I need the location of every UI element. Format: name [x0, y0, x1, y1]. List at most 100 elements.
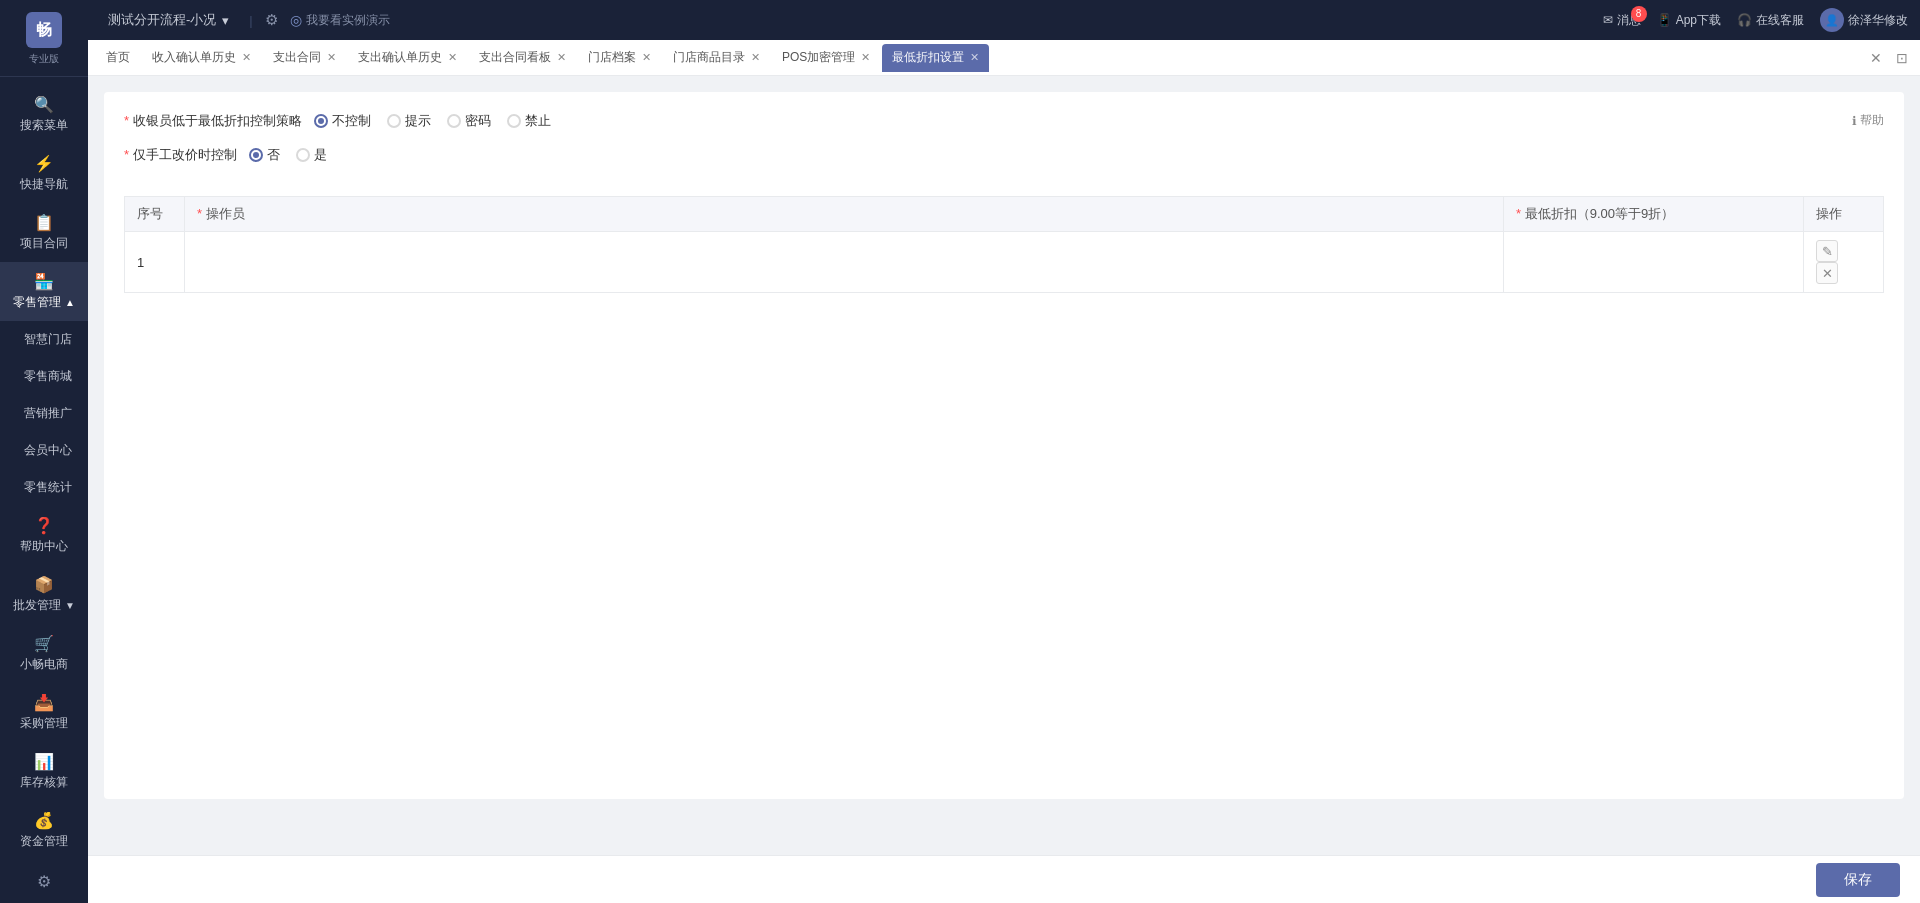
download-icon: 📱: [1657, 13, 1672, 27]
tab-store-product-catalog[interactable]: 门店商品目录 ✕: [663, 44, 770, 72]
control-strategy-row: 收银员低于最低折扣控制策略 不控制 提示 密码: [124, 112, 1884, 130]
user-profile-button[interactable]: 👤 徐泽华修改: [1820, 8, 1908, 32]
tab-payment-contract[interactable]: 支出合同 ✕: [263, 44, 346, 72]
control-strategy-radio-group: 不控制 提示 密码 禁止: [314, 112, 551, 130]
radio-hint[interactable]: 提示: [387, 112, 431, 130]
radio-no-control[interactable]: 不控制: [314, 112, 371, 130]
sidebar-item-member-center[interactable]: 会员中心: [0, 432, 88, 469]
sidebar-item-label: 库存核算: [20, 774, 68, 791]
radio-no[interactable]: 否: [249, 146, 280, 164]
control-strategy-label: 收银员低于最低折扣控制策略: [124, 112, 302, 130]
close-tab-button[interactable]: ✕: [1866, 48, 1886, 68]
tabbar-actions: ✕ ⊡: [1866, 48, 1912, 68]
radio-label: 否: [267, 146, 280, 164]
sidebar-item-label: 资金管理: [20, 833, 68, 850]
tab-label: 门店档案: [588, 49, 636, 66]
project-contract-icon: 📋: [34, 213, 54, 232]
sidebar-item-help-center[interactable]: ❓ 帮助中心: [0, 506, 88, 565]
tab-income-confirm-history[interactable]: 收入确认单历史 ✕: [142, 44, 261, 72]
customer-service-button[interactable]: 🎧 在线客服: [1737, 12, 1804, 29]
cell-operator[interactable]: [185, 232, 1504, 293]
sidebar-item-inventory-check[interactable]: 📊 库存核算: [0, 742, 88, 801]
sidebar-item-ecommerce[interactable]: 🛒 小畅电商: [0, 624, 88, 683]
cell-min-discount[interactable]: [1504, 232, 1804, 293]
customer-service-label: 在线客服: [1756, 12, 1804, 29]
topbar-divider: |: [249, 13, 252, 28]
sidebar-item-wholesale-mgmt[interactable]: 📦 批发管理 ▼: [0, 565, 88, 624]
wholesale-mgmt-icon: 📦: [34, 575, 54, 594]
expand-tab-button[interactable]: ⊡: [1892, 48, 1912, 68]
tab-payment-contract-board[interactable]: 支出合同看板 ✕: [469, 44, 576, 72]
radio-circle-forbid: [507, 114, 521, 128]
sidebar-item-purchase-mgmt[interactable]: 📥 采购管理: [0, 683, 88, 742]
topbar-right: ✉ 消息 8 📱 App下载 🎧 在线客服 👤 徐泽华修改: [1603, 8, 1908, 32]
tab-label: 最低折扣设置: [892, 49, 964, 66]
sidebar-item-project-contract[interactable]: 📋 项目合同: [0, 203, 88, 262]
sidebar-item-search-menu[interactable]: 🔍 搜索菜单: [0, 85, 88, 144]
close-icon[interactable]: ✕: [970, 51, 979, 64]
tab-label: 支出确认单历史: [358, 49, 442, 66]
sidebar-item-label: 营销推广: [24, 405, 72, 422]
sidebar-item-label: 智慧门店: [24, 331, 72, 348]
sidebar-item-smart-store[interactable]: 智慧门店: [0, 321, 88, 358]
app-download-button[interactable]: 📱 App下载: [1657, 12, 1721, 29]
close-icon[interactable]: ✕: [327, 51, 336, 64]
tab-home[interactable]: 首页: [96, 44, 140, 72]
sidebar-item-capital-mgmt[interactable]: 💰 资金管理: [0, 801, 88, 860]
tab-store-archive[interactable]: 门店档案 ✕: [578, 44, 661, 72]
help-button[interactable]: ℹ 帮助: [1852, 112, 1884, 129]
close-icon[interactable]: ✕: [448, 51, 457, 64]
sidebar-item-label: 会员中心: [24, 442, 72, 459]
radio-yes[interactable]: 是: [296, 146, 327, 164]
close-icon[interactable]: ✕: [557, 51, 566, 64]
project-selector[interactable]: 测试分开流程-小况 ▾: [100, 7, 237, 33]
sidebar-settings-button[interactable]: ⚙: [37, 860, 51, 903]
close-icon[interactable]: ✕: [751, 51, 760, 64]
close-icon[interactable]: ✕: [642, 51, 651, 64]
col-header-min-discount: * 最低折扣（9.00等于9折）: [1504, 197, 1804, 232]
tab-min-discount-setting[interactable]: 最低折扣设置 ✕: [882, 44, 989, 72]
tab-label: 收入确认单历史: [152, 49, 236, 66]
min-discount-input[interactable]: [1516, 255, 1791, 270]
sidebar-item-retail-mall[interactable]: 零售商城: [0, 358, 88, 395]
sidebar-item-label: 搜索菜单: [20, 117, 68, 134]
sidebar-item-retail-stats[interactable]: 零售统计: [0, 469, 88, 506]
tab-payment-confirm-history[interactable]: 支出确认单历史 ✕: [348, 44, 467, 72]
demo-text: 我要看实例演示: [306, 12, 390, 29]
save-button[interactable]: 保存: [1816, 863, 1900, 897]
close-icon[interactable]: ✕: [242, 51, 251, 64]
avatar: 👤: [1820, 8, 1844, 32]
table-row: 1 ✎ ✕: [125, 232, 1884, 293]
project-dropdown-icon: ▾: [222, 13, 229, 28]
question-icon: ℹ: [1852, 114, 1857, 128]
radio-circle-no: [249, 148, 263, 162]
chevron-down-icon: ▼: [65, 600, 75, 611]
bottom-bar: 保存: [88, 855, 1920, 903]
radio-forbid[interactable]: 禁止: [507, 112, 551, 130]
sidebar-item-label: 零售商城: [24, 368, 72, 385]
inventory-check-icon: 📊: [34, 752, 54, 771]
cell-seq: 1: [125, 232, 185, 293]
messages-button[interactable]: ✉ 消息 8: [1603, 12, 1641, 29]
tab-label: 支出合同: [273, 49, 321, 66]
sidebar-nav: 🔍 搜索菜单 ⚡ 快捷导航 📋 项目合同 🏪 零售管理 ▲ 智慧门店 零售商城 …: [0, 77, 88, 860]
topbar-settings-icon[interactable]: ⚙: [265, 11, 278, 29]
demo-link[interactable]: ◎ 我要看实例演示: [290, 12, 390, 29]
sidebar-item-retail-mgmt[interactable]: 🏪 零售管理 ▲: [0, 262, 88, 321]
delete-row-button[interactable]: ✕: [1816, 262, 1838, 284]
sidebar-item-label: 采购管理: [20, 715, 68, 732]
sidebar-item-quick-nav[interactable]: ⚡ 快捷导航: [0, 144, 88, 203]
radio-label: 是: [314, 146, 327, 164]
tab-label: POS加密管理: [782, 49, 855, 66]
tab-pos-password-mgmt[interactable]: POS加密管理 ✕: [772, 44, 880, 72]
edit-row-button[interactable]: ✎: [1816, 240, 1838, 262]
radio-circle-yes: [296, 148, 310, 162]
sidebar-item-marketing[interactable]: 营销推广: [0, 395, 88, 432]
ecommerce-icon: 🛒: [34, 634, 54, 653]
close-icon[interactable]: ✕: [861, 51, 870, 64]
content-panel: ℹ 帮助 收银员低于最低折扣控制策略 不控制 提示: [104, 92, 1904, 799]
radio-label: 禁止: [525, 112, 551, 130]
operator-input[interactable]: [197, 255, 1491, 270]
message-icon: ✉: [1603, 13, 1613, 27]
radio-password[interactable]: 密码: [447, 112, 491, 130]
